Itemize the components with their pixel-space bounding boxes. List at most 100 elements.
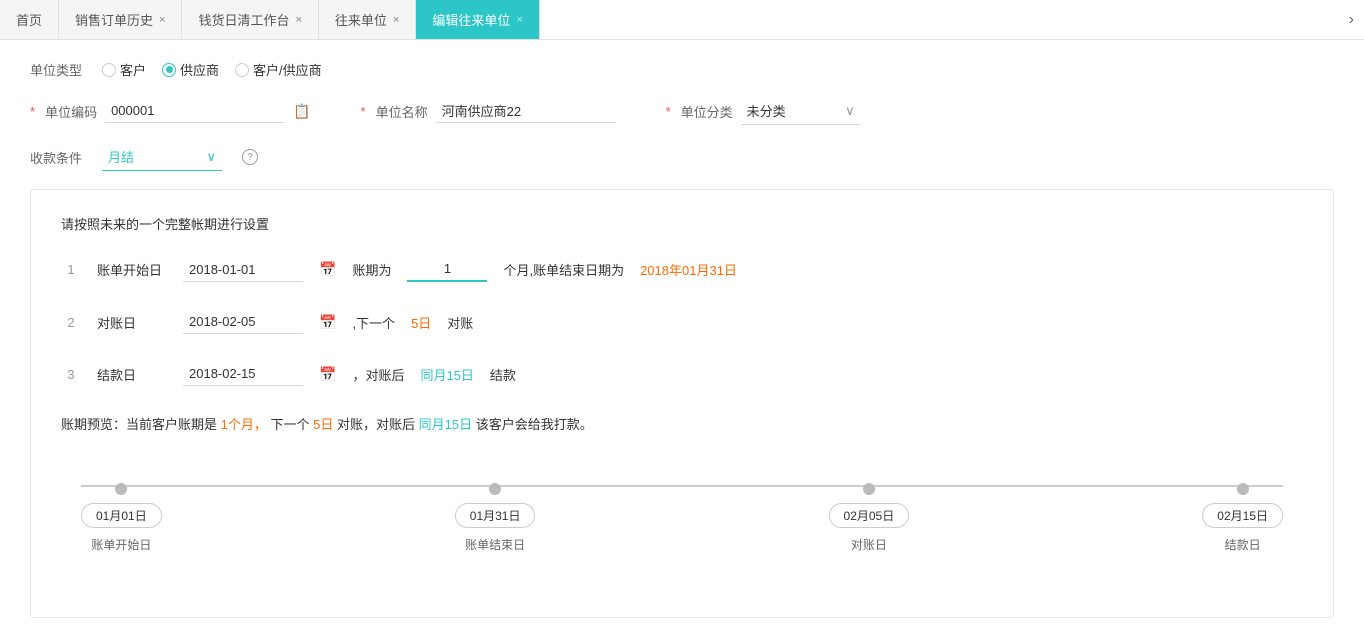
tab-edit-partner[interactable]: 编辑往来单位 ×	[416, 0, 539, 39]
billing-row-1-label: 账单开始日	[97, 260, 167, 279]
tab-partner-close[interactable]: ×	[393, 14, 399, 26]
billing-payment-prefix: ，对账后	[352, 365, 404, 384]
radio-both-circle	[235, 63, 249, 77]
billing-payment-date-input[interactable]	[183, 362, 303, 386]
unit-name-input[interactable]	[436, 99, 616, 123]
radio-supplier[interactable]: 供应商	[162, 60, 219, 79]
billing-reconcile-date-calendar-icon[interactable]: 📅	[319, 314, 336, 331]
unit-category-label: 单位分类	[681, 102, 733, 121]
timeline-badge-4: 02月15日	[1202, 503, 1283, 528]
tab-partner-label: 往来单位	[335, 10, 387, 29]
billing-title: 请按照未来的一个完整帐期进行设置	[61, 214, 1303, 233]
timeline-node-1: 01月01日 账单开始日	[81, 473, 162, 553]
billing-start-date-input[interactable]	[183, 258, 303, 282]
payment-condition-value: 月结	[108, 147, 206, 166]
unit-name-label: 单位名称	[376, 102, 428, 121]
radio-both[interactable]: 客户/供应商	[235, 60, 322, 79]
preview-prefix: 账期预览：当前客户账期是	[61, 417, 217, 432]
unit-category-group: * 单位分类 未分类 ∨	[666, 97, 861, 125]
preview-text: 账期预览：当前客户账期是 1个月， 下一个 5日 对账，对账后 同月15日 该客…	[61, 414, 1303, 433]
preview-middle-1: 下一个	[271, 417, 310, 432]
billing-reconcile-suffix: 对账	[447, 313, 473, 332]
unit-info-row: * 单位编码 📋 * 单位名称 * 单位分类 未分类 ∨	[30, 97, 1334, 125]
tab-cash-work[interactable]: 钱货日清工作台 ×	[182, 0, 318, 39]
unit-code-group: * 单位编码 📋	[30, 99, 311, 123]
billing-reconcile-date-input[interactable]	[183, 310, 303, 334]
billing-start-date-calendar-icon[interactable]: 📅	[319, 261, 336, 278]
timeline-dot-4	[1237, 483, 1249, 495]
tab-sales-history-label: 销售订单历史	[75, 10, 153, 29]
billing-row-1-num: 1	[61, 262, 81, 277]
tab-cash-work-label: 钱货日清工作台	[198, 10, 289, 29]
payment-condition-dropdown-icon: ∨	[207, 149, 217, 165]
timeline-label-4: 结款日	[1225, 536, 1261, 553]
tab-edit-partner-close[interactable]: ×	[516, 14, 522, 26]
billing-period-suffix: 个月,账单结束日期为	[503, 260, 624, 279]
timeline-badge-3: 02月05日	[829, 503, 910, 528]
timeline-node-2: 01月31日 账单结束日	[455, 473, 536, 553]
timeline-label-2: 账单结束日	[465, 536, 525, 553]
payment-condition-help-icon[interactable]: ?	[242, 149, 258, 165]
radio-both-label: 客户/供应商	[253, 60, 322, 79]
billing-box: 请按照未来的一个完整帐期进行设置 1 账单开始日 📅 账期为 个月,账单结束日期…	[30, 189, 1334, 618]
unit-type-label: 单位类型	[30, 60, 82, 79]
main-content: 单位类型 客户 供应商 客户/供应商 * 单位编码 📋 * 单位名称	[0, 40, 1364, 638]
billing-row-2-num: 2	[61, 315, 81, 330]
billing-row-2: 2 对账日 📅 ,下一个 5日 对账	[61, 310, 1303, 334]
payment-condition-select[interactable]: 月结 ∨	[102, 143, 222, 171]
tab-sales-history[interactable]: 销售订单历史 ×	[59, 0, 182, 39]
billing-row-2-label: 对账日	[97, 313, 167, 332]
billing-period-input[interactable]	[407, 257, 487, 282]
preview-suffix: 该客户会给我打款。	[476, 417, 593, 432]
billing-payment-highlight: 同月15日	[420, 365, 473, 384]
payment-condition-row: 收款条件 月结 ∨ ?	[30, 143, 1334, 171]
timeline-badge-1: 01月01日	[81, 503, 162, 528]
timeline-dot-2	[489, 483, 501, 495]
unit-name-group: * 单位名称	[361, 99, 616, 123]
timeline: 01月01日 账单开始日 01月31日 账单结束日 02月05日 对账日	[61, 463, 1303, 593]
unit-code-icon[interactable]: 📋	[293, 103, 310, 120]
radio-customer-circle	[102, 63, 116, 77]
billing-row-3: 3 结款日 📅 ，对账后 同月15日 结款	[61, 362, 1303, 386]
preview-middle-2: 对账，对账后	[337, 417, 415, 432]
unit-code-input[interactable]	[105, 99, 285, 123]
radio-customer-label: 客户	[120, 60, 146, 79]
billing-end-date: 2018年01月31日	[640, 260, 737, 279]
timeline-node-4: 02月15日 结款日	[1202, 473, 1283, 553]
billing-row-1: 1 账单开始日 📅 账期为 个月,账单结束日期为 2018年01月31日	[61, 257, 1303, 282]
timeline-label-3: 对账日	[851, 536, 887, 553]
tab-partner[interactable]: 往来单位 ×	[319, 0, 416, 39]
billing-row-3-num: 3	[61, 367, 81, 382]
preview-highlight-3: 同月15日	[419, 417, 472, 432]
preview-highlight-2: 5日	[313, 417, 333, 432]
unit-code-label: 单位编码	[45, 102, 97, 121]
tab-sales-history-close[interactable]: ×	[159, 14, 165, 26]
billing-period-prefix: 账期为	[352, 260, 391, 279]
billing-reconcile-prefix: ,下一个	[352, 313, 395, 332]
timeline-nodes: 01月01日 账单开始日 01月31日 账单结束日 02月05日 对账日	[81, 473, 1283, 553]
radio-supplier-label: 供应商	[180, 60, 219, 79]
billing-payment-suffix: 结款	[490, 365, 516, 384]
billing-reconcile-highlight: 5日	[411, 313, 431, 332]
billing-payment-date-calendar-icon[interactable]: 📅	[319, 366, 336, 383]
tab-cash-work-close[interactable]: ×	[295, 14, 301, 26]
radio-customer[interactable]: 客户	[102, 60, 146, 79]
timeline-dot-1	[115, 483, 127, 495]
timeline-dot-3	[863, 483, 875, 495]
unit-category-dropdown-icon: ∨	[845, 103, 855, 119]
payment-condition-label: 收款条件	[30, 148, 82, 167]
timeline-badge-2: 01月31日	[455, 503, 536, 528]
tab-bar: 首页 销售订单历史 × 钱货日清工作台 × 往来单位 × 编辑往来单位 × ›	[0, 0, 1364, 40]
tab-home[interactable]: 首页	[0, 0, 59, 39]
tab-home-label: 首页	[16, 10, 42, 29]
unit-type-radio-group: 客户 供应商 客户/供应商	[102, 60, 322, 79]
radio-supplier-circle	[162, 63, 176, 77]
unit-code-star: *	[30, 104, 35, 119]
preview-highlight-1: 1个月，	[221, 417, 267, 432]
billing-row-3-label: 结款日	[97, 365, 167, 384]
timeline-label-1: 账单开始日	[91, 536, 151, 553]
tab-edit-partner-label: 编辑往来单位	[432, 10, 510, 29]
unit-category-value: 未分类	[747, 101, 841, 120]
unit-category-select[interactable]: 未分类 ∨	[741, 97, 861, 125]
tab-more-button[interactable]: ›	[1339, 0, 1364, 39]
